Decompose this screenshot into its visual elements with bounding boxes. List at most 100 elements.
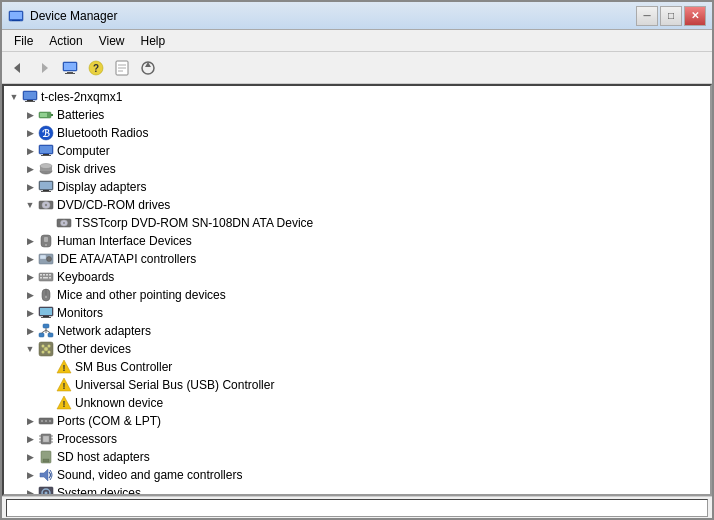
help-button[interactable]: ?	[84, 56, 108, 80]
root-expander[interactable]: ▼	[6, 89, 22, 105]
system-expander[interactable]: ▶	[22, 485, 38, 496]
dvd-expander[interactable]: ▼	[22, 197, 38, 213]
svg-rect-54	[40, 277, 42, 279]
menu-file[interactable]: File	[6, 32, 41, 50]
close-button[interactable]: ✕	[684, 6, 706, 26]
tree-mice[interactable]: ▶ Mice and other pointing devices	[4, 286, 710, 304]
usb-ctrl-label: Universal Serial Bus (USB) Controller	[75, 378, 274, 392]
svg-rect-29	[41, 155, 51, 156]
svg-rect-19	[27, 100, 33, 101]
disk-expander[interactable]: ▶	[22, 161, 38, 177]
tree-keyboards[interactable]: ▶ Keyboards	[4, 268, 710, 286]
hid-expander[interactable]: ▶	[22, 233, 38, 249]
tree-ide[interactable]: ▶ IDE ATA/ATAPI controllers	[4, 250, 710, 268]
svg-line-69	[46, 330, 51, 333]
toolbar: ?	[2, 52, 712, 84]
svg-rect-35	[43, 190, 49, 191]
window-icon	[8, 8, 24, 24]
svg-point-32	[40, 164, 52, 169]
tree-root[interactable]: ▼ t-cles-2nxqmx1	[4, 88, 710, 106]
bluetooth-icon: ℬ	[38, 125, 54, 141]
content-area: ▼ t-cles-2nxqmx1 ▶	[2, 84, 712, 496]
forward-button[interactable]	[32, 56, 56, 80]
tree-hid[interactable]: ▶ Human Interface Devices	[4, 232, 710, 250]
tree-unknown[interactable]: ! Unknown device	[4, 394, 710, 412]
svg-rect-44	[44, 237, 48, 242]
other-expander[interactable]: ▼	[22, 341, 38, 357]
ide-icon	[38, 251, 54, 267]
tree-batteries[interactable]: ▶ Batteries	[4, 106, 710, 124]
tree-processors[interactable]: ▶ Processors	[4, 430, 710, 448]
svg-text:!: !	[63, 363, 66, 373]
tree-disk[interactable]: ▶ Disk drives	[4, 160, 710, 178]
svg-rect-27	[40, 146, 52, 153]
processors-expander[interactable]: ▶	[22, 431, 38, 447]
unknown-label: Unknown device	[75, 396, 163, 410]
hid-label: Human Interface Devices	[57, 234, 192, 248]
bluetooth-expander[interactable]: ▶	[22, 125, 38, 141]
mice-expander[interactable]: ▶	[22, 287, 38, 303]
menu-view[interactable]: View	[91, 32, 133, 50]
smbus-label: SM Bus Controller	[75, 360, 172, 374]
status-text	[6, 499, 708, 517]
tree-system[interactable]: ▶ System devices	[4, 484, 710, 496]
svg-rect-23	[40, 113, 47, 117]
tree-dvd[interactable]: ▼ DVD/CD-ROM drives	[4, 196, 710, 214]
tree-display[interactable]: ▶ Display adapters	[4, 178, 710, 196]
tree-sound[interactable]: ▶ Sound, video and game controllers	[4, 466, 710, 484]
svg-rect-34	[40, 182, 52, 189]
svg-rect-87	[43, 436, 49, 442]
tree-bluetooth[interactable]: ▶ ℬ Bluetooth Radios	[4, 124, 710, 142]
monitors-expander[interactable]: ▶	[22, 305, 38, 321]
tree-dvditem[interactable]: ▶ TSSTcorp DVD-ROM SN-108DN ATA Device	[4, 214, 710, 232]
status-bar	[2, 496, 712, 518]
tree-ports[interactable]: ▶ Ports (COM & LPT)	[4, 412, 710, 430]
menu-help[interactable]: Help	[133, 32, 174, 50]
tree-monitors[interactable]: ▶ Monitors	[4, 304, 710, 322]
batteries-expander[interactable]: ▶	[22, 107, 38, 123]
svg-rect-36	[41, 191, 51, 192]
svg-point-74	[48, 351, 51, 354]
computer-expander[interactable]: ▶	[22, 143, 38, 159]
sound-label: Sound, video and game controllers	[57, 468, 242, 482]
svg-rect-53	[49, 274, 51, 276]
sdhost-expander[interactable]: ▶	[22, 449, 38, 465]
system-label: System devices	[57, 486, 141, 496]
keyboards-expander[interactable]: ▶	[22, 269, 38, 285]
dvditem-label: TSSTcorp DVD-ROM SN-108DN ATA Device	[75, 216, 313, 230]
svg-point-48	[47, 257, 52, 262]
window-controls: ─ □ ✕	[636, 6, 706, 26]
network-expander[interactable]: ▶	[22, 323, 38, 339]
tree-network[interactable]: ▶ Network adapters	[4, 322, 710, 340]
back-button[interactable]	[6, 56, 30, 80]
ide-expander[interactable]: ▶	[22, 251, 38, 267]
properties-button[interactable]	[110, 56, 134, 80]
network-label: Network adapters	[57, 324, 151, 338]
update-driver-button[interactable]	[136, 56, 160, 80]
tree-usb-ctrl[interactable]: ! Universal Serial Bus (USB) Controller	[4, 376, 710, 394]
svg-marker-96	[40, 469, 48, 481]
device-manager-window: Device Manager ─ □ ✕ File Action View He…	[0, 0, 714, 520]
device-tree[interactable]: ▼ t-cles-2nxqmx1 ▶	[2, 84, 712, 496]
tree-sdhost[interactable]: ▶ SD host adapters	[4, 448, 710, 466]
device-manager-icon-btn[interactable]	[58, 56, 82, 80]
tree-smbus[interactable]: ! SM Bus Controller	[4, 358, 710, 376]
svg-marker-3	[14, 63, 20, 73]
tree-other[interactable]: ▼ Other devices	[4, 340, 710, 358]
menu-action[interactable]: Action	[41, 32, 90, 50]
other-icon	[38, 341, 54, 357]
svg-rect-18	[24, 92, 36, 99]
minimize-button[interactable]: ─	[636, 6, 658, 26]
sound-expander[interactable]: ▶	[22, 467, 38, 483]
warning-icon: !	[56, 359, 72, 375]
ports-expander[interactable]: ▶	[22, 413, 38, 429]
svg-point-59	[45, 296, 47, 298]
tree-computer[interactable]: ▶ Computer	[4, 142, 710, 160]
system-icon	[38, 485, 54, 496]
sdhost-label: SD host adapters	[57, 450, 150, 464]
maximize-button[interactable]: □	[660, 6, 682, 26]
ide-label: IDE ATA/ATAPI controllers	[57, 252, 196, 266]
svg-point-39	[45, 204, 47, 206]
display-expander[interactable]: ▶	[22, 179, 38, 195]
svg-rect-22	[51, 114, 53, 116]
